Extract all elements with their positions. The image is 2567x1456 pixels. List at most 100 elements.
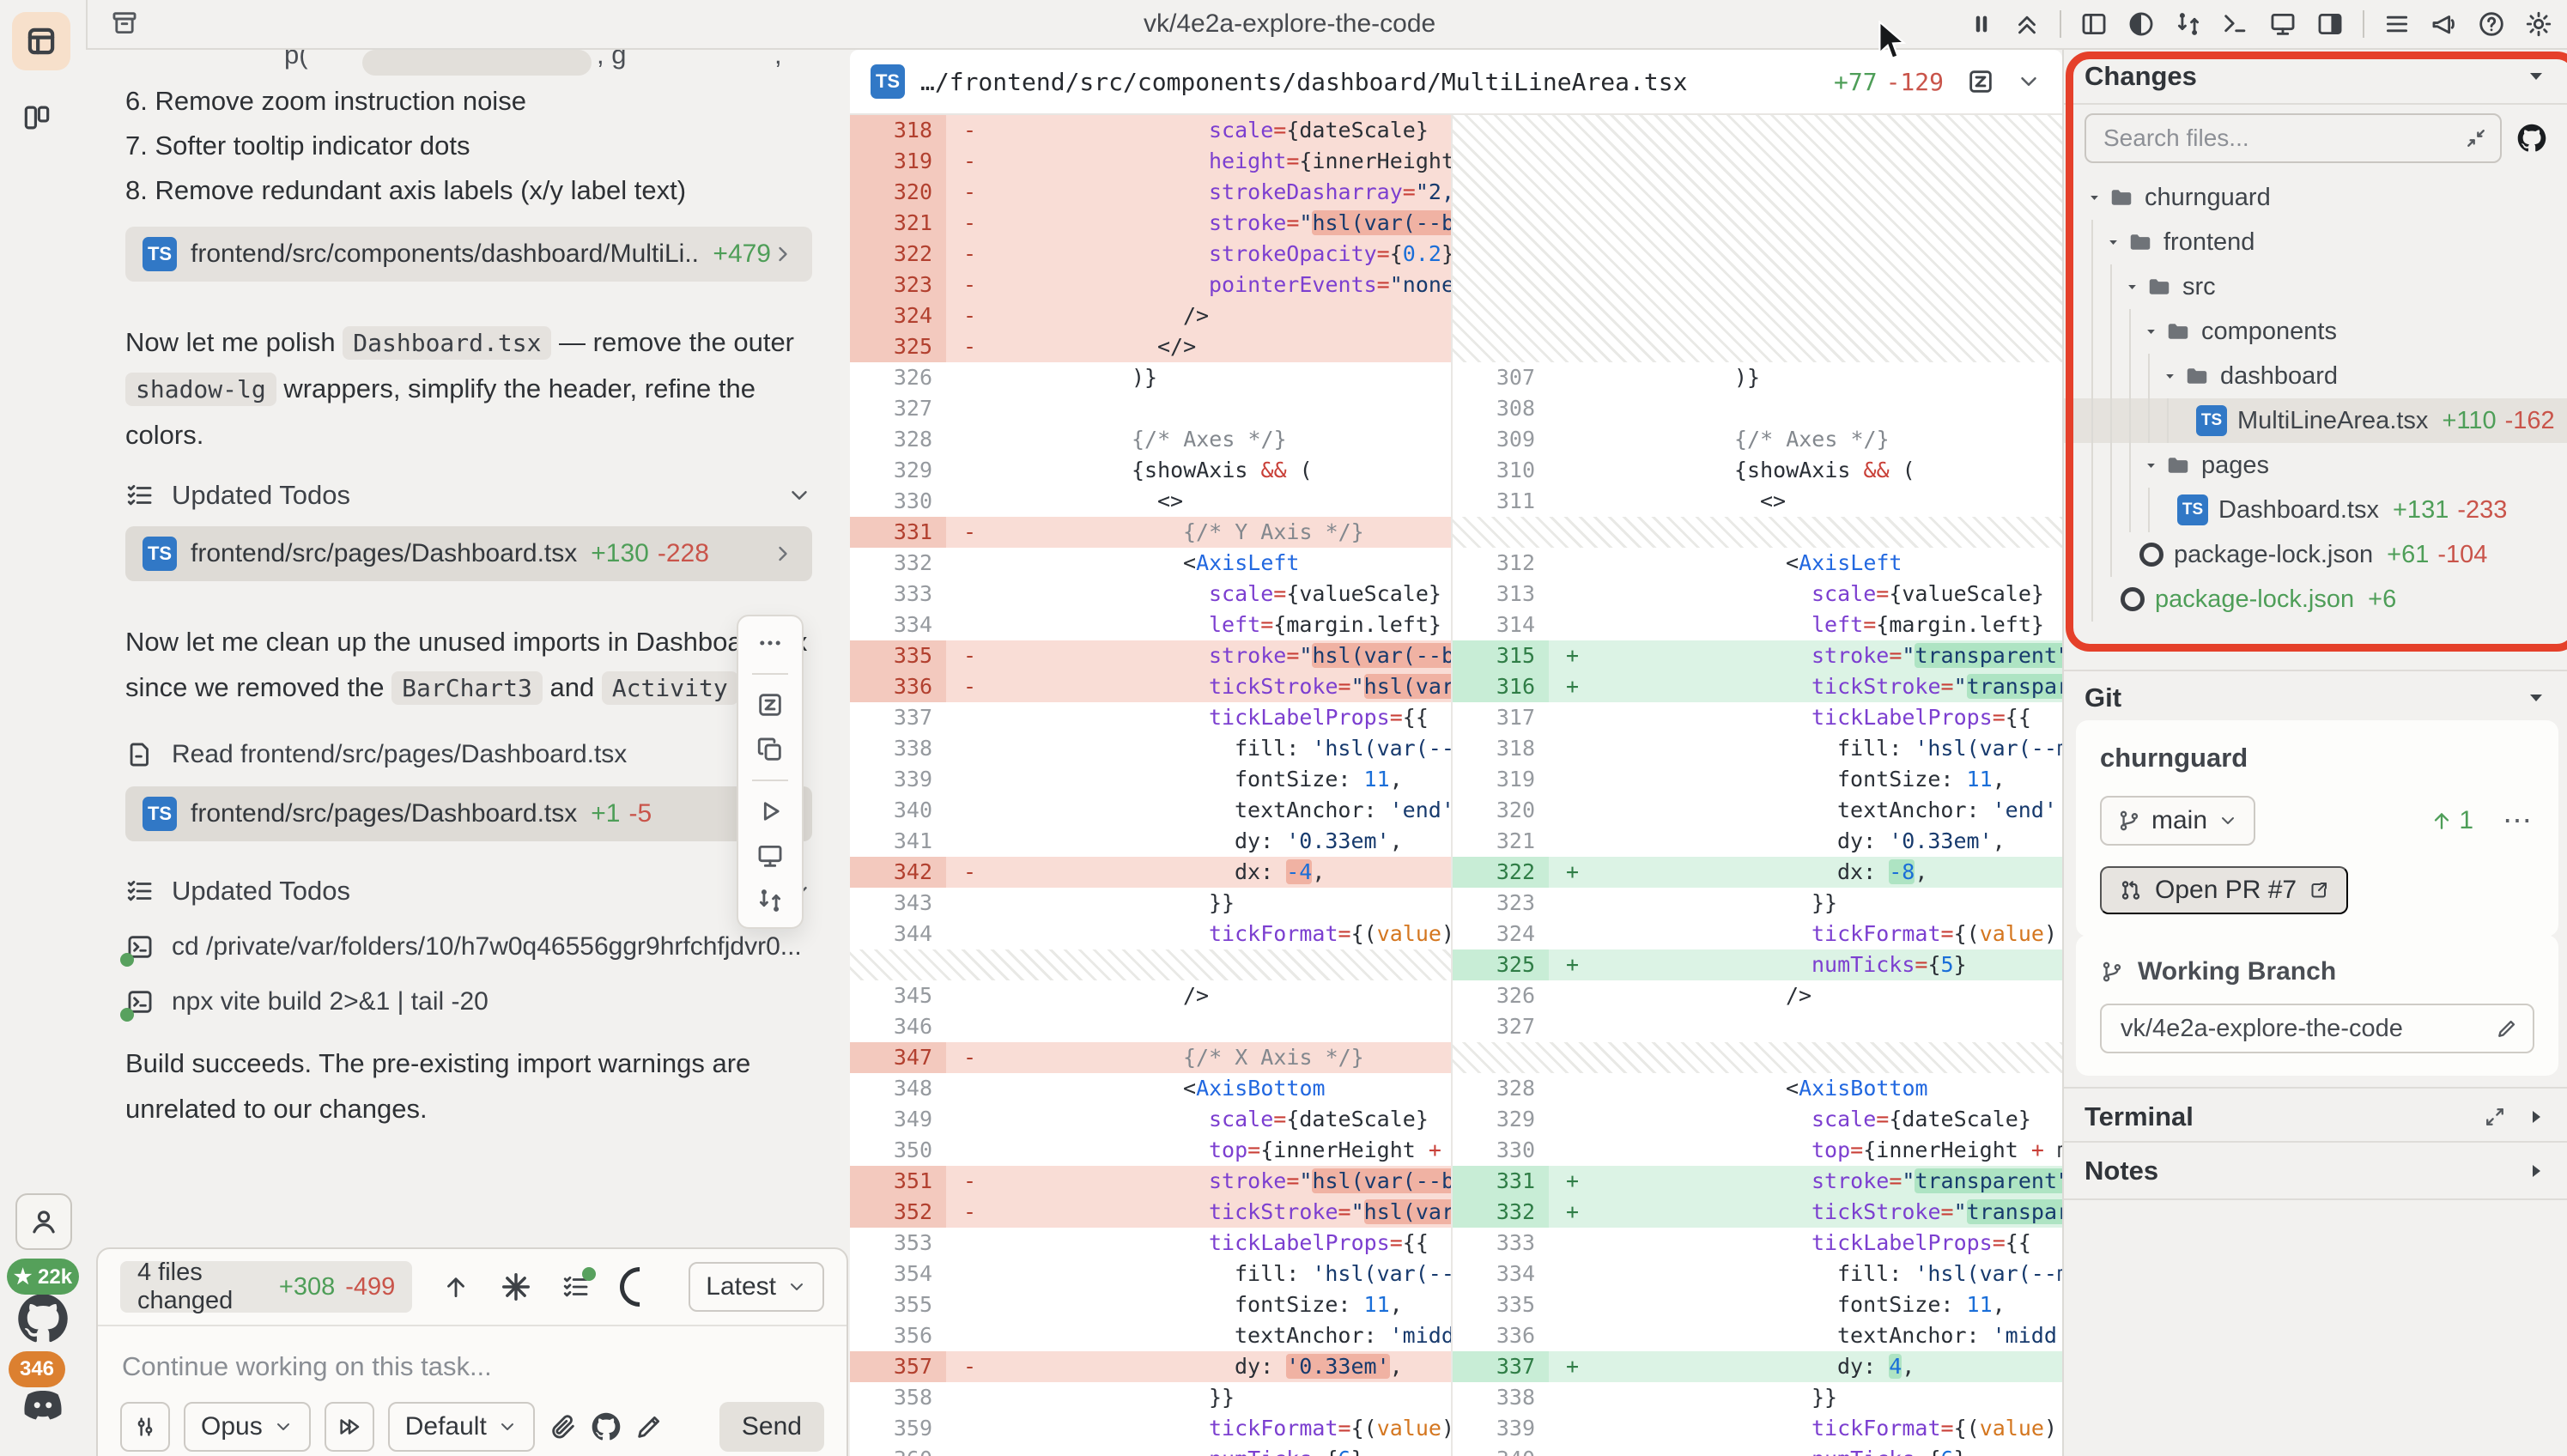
collapse-diff-icon[interactable] [2016,69,2042,94]
code-text: tickStroke="hsl(var( [992,1197,1451,1228]
discord-link[interactable] [17,1380,69,1436]
line-number: 332 [1453,1197,1549,1228]
archive-box-icon[interactable] [110,9,139,38]
copy-button[interactable] [756,735,785,764]
code-text: pointerEvents="none" [992,270,1451,300]
board-button[interactable] [21,101,53,138]
announcements-button[interactable] [2430,9,2459,39]
caret-down-icon[interactable] [2085,191,2103,204]
tree-folder-components[interactable]: components [2064,309,2567,354]
message-input[interactable] [120,1350,828,1383]
open-pr-button[interactable]: Open PR #7 [2100,866,2348,914]
diff-context-line: 311<> [1453,486,2062,517]
code-text [1595,393,2062,424]
git-compare-button[interactable] [2174,9,2203,39]
diff-new-column[interactable]: 307)}308309{/* Axes */}310{showAxis && (… [1453,115,2062,1456]
terminal-section-header[interactable]: Terminal [2085,1090,2546,1144]
tree-folder-pages[interactable]: pages [2064,443,2567,488]
git-section-header[interactable]: Git [2085,671,2546,725]
caret-down-icon[interactable] [2103,236,2122,249]
files-changed-chip[interactable]: 4 files changed +308 -499 [120,1261,412,1313]
edit-icon[interactable] [2495,1016,2519,1040]
spark-icon[interactable] [500,1271,532,1303]
toggle-right-panel-button[interactable] [2315,9,2345,39]
diff-deleted-line: 323-pointerEvents="none" [850,270,1451,300]
settings-button[interactable] [120,1402,170,1452]
search-input[interactable] [2102,124,2464,153]
expand-icon[interactable] [2483,1105,2507,1129]
caret-down-icon[interactable] [2141,459,2160,472]
collapse-all-button[interactable] [2012,9,2042,39]
tree-file-package-lock.json[interactable]: package-lock.json+6 [2064,577,2567,622]
working-branch-input[interactable] [2119,1014,2495,1044]
preview-button[interactable] [2268,9,2297,39]
send-button[interactable]: Send [719,1402,824,1452]
diff-old-column[interactable]: 318-scale={dateScale}319-height={innerHe… [850,115,1453,1456]
line-number: 341 [850,826,946,857]
theme-toggle-button[interactable] [2127,9,2156,39]
tree-file-MultiLineArea.tsx[interactable]: TSMultiLineArea.tsx+110-162 [2064,398,2567,443]
help-button[interactable] [2477,9,2506,39]
updated-todos-row[interactable]: Updated Todos [125,480,812,511]
diff-marker: - [946,671,992,702]
diff-context-line: 334fill: 'hsl(var(--m [1453,1259,2062,1289]
toggle-left-panel-button[interactable] [2079,9,2109,39]
notes-section-header[interactable]: Notes [2085,1144,2546,1198]
updated-todos-row[interactable]: Updated Todos [125,876,812,907]
tree-folder-frontend[interactable]: frontend [2064,220,2567,264]
folder-name: frontend [2163,228,2254,257]
read-file-row[interactable]: Read frontend/src/pages/Dashboard.tsx [125,740,812,769]
terminal-button[interactable] [2221,9,2250,39]
code-text: {/* X Axis */} [992,1042,1451,1073]
line-number: 310 [1453,455,1549,486]
git-compare-button[interactable] [756,886,785,915]
chevron-down-icon[interactable] [786,482,812,508]
caret-down-icon[interactable] [2122,281,2141,294]
caret-down-icon[interactable] [2141,325,2160,338]
file-change-chip[interactable]: TSfrontend/src/pages/Dashboard.tsx+130-2… [125,526,812,581]
line-number: 322 [850,239,946,270]
account-button[interactable] [15,1193,72,1250]
diff-mode-icon[interactable] [1966,67,1995,96]
pen-icon[interactable] [634,1412,664,1441]
tree-folder-src[interactable]: src [2064,264,2567,309]
collapse-tree-icon[interactable] [2464,126,2488,150]
file-change-chip[interactable]: TSfrontend/src/pages/Dashboard.tsx+1-5 [125,786,812,841]
model-select[interactable]: Opus [184,1402,311,1452]
more-actions-button[interactable]: ⋯ [2503,804,2534,838]
tree-folder-dashboard[interactable]: dashboard [2064,354,2567,398]
todos-button[interactable] [561,1272,591,1301]
mode-select[interactable]: Default [388,1402,535,1452]
workspace-button[interactable] [12,12,70,70]
fast-forward-button[interactable] [325,1402,374,1452]
caret-down-icon[interactable] [2160,370,2179,383]
diff-context-line: 335fontSize: 11, [1453,1289,2062,1320]
run-button[interactable] [756,797,785,826]
diff-marker [1549,1413,1595,1444]
settings-button[interactable] [2524,9,2553,39]
scroll-top-button[interactable] [441,1272,470,1301]
changes-section-header[interactable]: Changes [2085,50,2546,103]
diff-deleted-count: -129 [1886,68,1944,96]
code-text: dx: -8, [1595,857,2062,888]
line-number: 325 [850,331,946,362]
terminal-command-row[interactable]: npx vite build 2>&1 | tail -20 [125,987,812,1016]
version-select[interactable]: Latest [689,1262,824,1312]
terminal-command-row[interactable]: cd /private/var/folders/10/h7w0q46556ggr… [125,932,812,962]
attach-icon[interactable] [549,1412,578,1441]
github-icon[interactable] [592,1412,621,1441]
more-options-button[interactable] [756,628,785,658]
github-link[interactable] [17,1293,69,1349]
tree-folder-churnguard[interactable]: churnguard [2064,175,2567,220]
diff-context-line: 327 [1453,1011,2062,1042]
assistant-list-item: 8. Remove redundant axis labels (x/y lab… [125,168,812,213]
tree-file-Dashboard.tsx[interactable]: TSDashboard.tsx+131-233 [2064,488,2567,532]
github-icon[interactable] [2517,124,2546,153]
preview-button[interactable] [756,841,785,871]
file-change-chip[interactable]: TSfrontend/src/components/dashboard/Mult… [125,227,812,282]
pause-button[interactable] [1969,11,1994,37]
tree-file-package-lock.json[interactable]: package-lock.json+61-104 [2064,532,2567,577]
branch-select[interactable]: main [2100,796,2255,846]
open-diff-button[interactable] [756,690,785,719]
menu-button[interactable] [2382,9,2412,39]
